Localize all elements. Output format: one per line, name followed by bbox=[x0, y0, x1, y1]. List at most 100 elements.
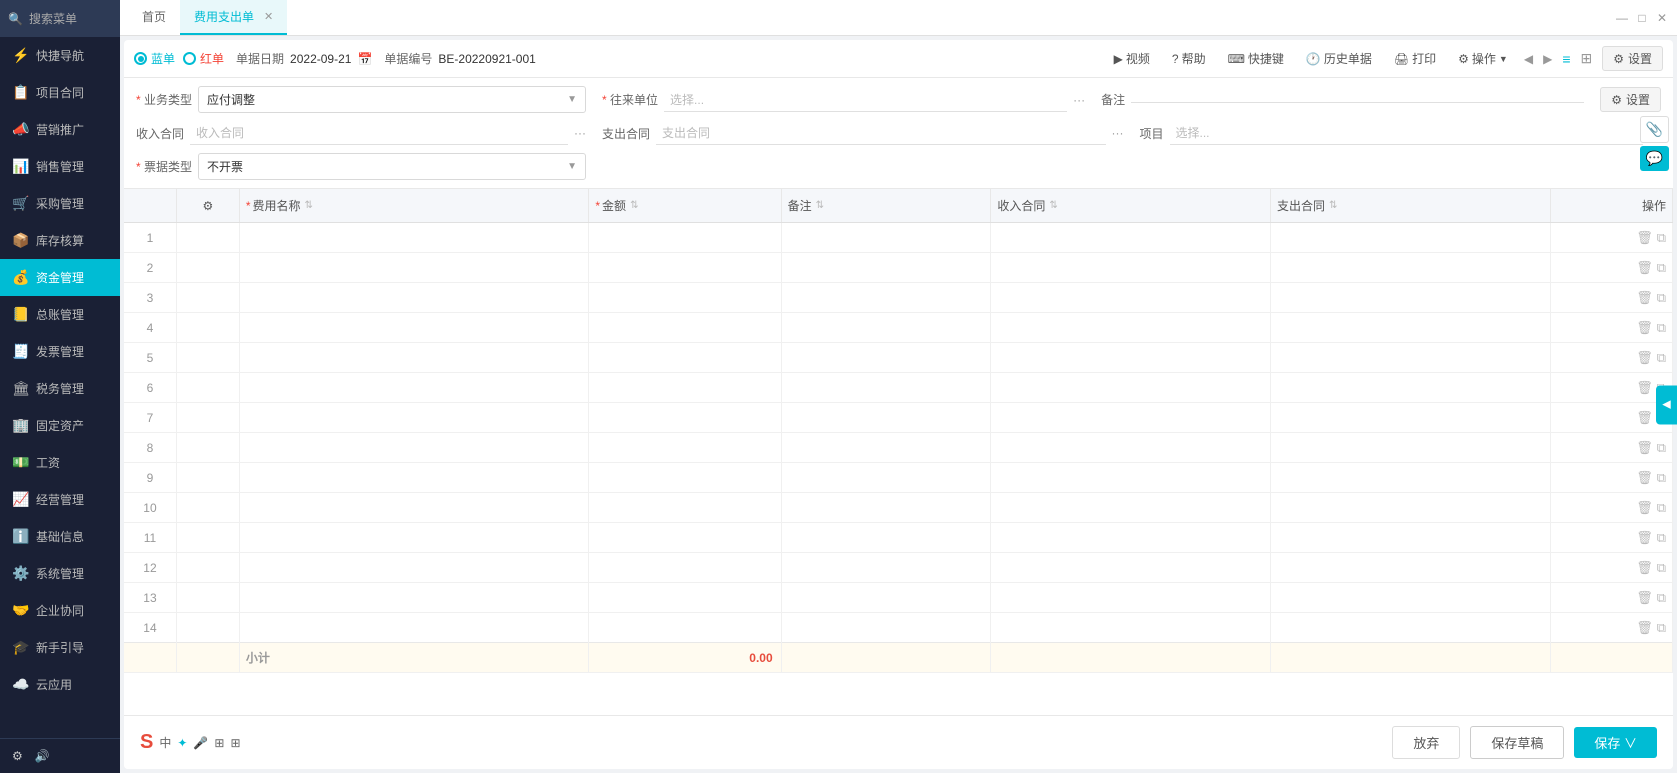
sidebar-item-cloud[interactable]: ☁️ 云应用 bbox=[0, 666, 120, 703]
business-type-input[interactable]: 应付调整 ▼ bbox=[198, 86, 586, 113]
note-input[interactable] bbox=[1131, 96, 1584, 103]
sidebar-item-fixed-assets[interactable]: 🏢 固定资产 bbox=[0, 407, 120, 444]
row-note-cell[interactable] bbox=[781, 433, 991, 463]
invoice-type-input[interactable]: 不开票 ▼ bbox=[198, 153, 586, 180]
col-name-header[interactable]: * 费用名称 ⇅ bbox=[239, 189, 589, 223]
expense-dots[interactable]: ··· bbox=[1112, 126, 1124, 140]
row-copy-btn[interactable]: ⧉ bbox=[1657, 590, 1666, 606]
row-note-cell[interactable] bbox=[781, 583, 991, 613]
discard-button[interactable]: 放弃 bbox=[1392, 726, 1460, 759]
row-income-cell[interactable] bbox=[991, 253, 1271, 283]
sidebar-search[interactable]: 🔍 搜索菜单 bbox=[0, 0, 120, 37]
row-name-cell[interactable] bbox=[239, 493, 589, 523]
row-copy-btn[interactable]: ⧉ bbox=[1657, 560, 1666, 576]
row-delete-btn[interactable]: 🗑 bbox=[1636, 290, 1653, 306]
row-copy-btn[interactable]: ⧉ bbox=[1657, 530, 1666, 546]
row-amount-cell[interactable] bbox=[589, 313, 781, 343]
sidebar-item-invoice[interactable]: 🧾 发票管理 bbox=[0, 333, 120, 370]
row-delete-btn[interactable]: 🗑 bbox=[1636, 230, 1653, 246]
config-icon[interactable]: ⚙ bbox=[202, 199, 213, 213]
row-note-cell[interactable] bbox=[781, 553, 991, 583]
number-value[interactable]: BE-20220921-001 bbox=[438, 52, 535, 66]
row-copy-btn[interactable]: ⧉ bbox=[1657, 260, 1666, 276]
row-expense-cell[interactable] bbox=[1270, 433, 1550, 463]
row-copy-btn[interactable]: ⧉ bbox=[1657, 290, 1666, 306]
side-tab-handle[interactable]: ◀ bbox=[1656, 385, 1677, 424]
settings-icon[interactable]: ⚙ bbox=[12, 749, 23, 763]
volume-icon[interactable]: 🔊 bbox=[35, 749, 50, 763]
row-note-cell[interactable] bbox=[781, 223, 991, 253]
help-btn[interactable]: ? 帮助 bbox=[1166, 48, 1212, 69]
row-copy-btn[interactable]: ⧉ bbox=[1657, 500, 1666, 516]
row-note-cell[interactable] bbox=[781, 313, 991, 343]
row-delete-btn[interactable]: 🗑 bbox=[1636, 590, 1653, 606]
row-income-cell[interactable] bbox=[991, 523, 1271, 553]
shortcut-btn[interactable]: ⌨ 快捷键 bbox=[1222, 48, 1290, 69]
row-income-cell[interactable] bbox=[991, 283, 1271, 313]
window-close-btn[interactable]: ✕ bbox=[1655, 11, 1669, 25]
tab-home[interactable]: 首页 bbox=[128, 0, 180, 35]
row-note-cell[interactable] bbox=[781, 373, 991, 403]
row-name-cell[interactable] bbox=[239, 433, 589, 463]
sidebar-item-enterprise[interactable]: 🤝 企业协同 bbox=[0, 592, 120, 629]
sidebar-item-project[interactable]: 📋 项目合同 bbox=[0, 74, 120, 111]
row-expense-cell[interactable] bbox=[1270, 283, 1550, 313]
expense-contract-input[interactable]: 支出合同 bbox=[656, 121, 1105, 145]
col-note-header[interactable]: 备注 ⇅ bbox=[781, 189, 991, 223]
sidebar-item-payroll[interactable]: 💵 工资 bbox=[0, 444, 120, 481]
row-name-cell[interactable] bbox=[239, 523, 589, 553]
counterparty-dots[interactable]: ··· bbox=[1073, 93, 1085, 107]
sidebar-item-purchase[interactable]: 🛒 采购管理 bbox=[0, 185, 120, 222]
row-expense-cell[interactable] bbox=[1270, 313, 1550, 343]
row-copy-btn[interactable]: ⧉ bbox=[1657, 350, 1666, 366]
row-note-cell[interactable] bbox=[781, 403, 991, 433]
row-income-cell[interactable] bbox=[991, 343, 1271, 373]
row-delete-btn[interactable]: 🗑 bbox=[1636, 560, 1653, 576]
sidebar-item-quick-nav[interactable]: ⚡ 快捷导航 bbox=[0, 37, 120, 74]
row-amount-cell[interactable] bbox=[589, 523, 781, 553]
row-note-cell[interactable] bbox=[781, 523, 991, 553]
row-copy-btn[interactable]: ⧉ bbox=[1657, 470, 1666, 486]
row-amount-cell[interactable] bbox=[589, 613, 781, 643]
video-btn[interactable]: ▶ 视频 bbox=[1108, 48, 1156, 69]
row-note-cell[interactable] bbox=[781, 283, 991, 313]
row-expense-cell[interactable] bbox=[1270, 253, 1550, 283]
counterparty-input[interactable]: 选择... bbox=[664, 88, 1067, 112]
row-expense-cell[interactable] bbox=[1270, 493, 1550, 523]
row-income-cell[interactable] bbox=[991, 433, 1271, 463]
sidebar-item-accounting[interactable]: 📒 总账管理 bbox=[0, 296, 120, 333]
row-expense-cell[interactable] bbox=[1270, 553, 1550, 583]
row-delete-btn[interactable]: 🗑 bbox=[1636, 260, 1653, 276]
row-income-cell[interactable] bbox=[991, 583, 1271, 613]
row-income-cell[interactable] bbox=[991, 313, 1271, 343]
sidebar-item-basic[interactable]: ℹ️ 基础信息 bbox=[0, 518, 120, 555]
row-delete-btn[interactable]: 🗑 bbox=[1636, 500, 1653, 516]
row-name-cell[interactable] bbox=[239, 313, 589, 343]
row-expense-cell[interactable] bbox=[1270, 223, 1550, 253]
row-amount-cell[interactable] bbox=[589, 493, 781, 523]
list-view-icon[interactable]: ≡ bbox=[1562, 51, 1570, 67]
row-name-cell[interactable] bbox=[239, 553, 589, 583]
save-button[interactable]: 保存 ∨ bbox=[1574, 727, 1657, 758]
nav-right-icon[interactable]: ▶ bbox=[1543, 52, 1552, 66]
row-expense-cell[interactable] bbox=[1270, 373, 1550, 403]
radio-blue[interactable]: 蓝单 bbox=[134, 50, 175, 67]
row-delete-btn[interactable]: 🗑 bbox=[1636, 410, 1653, 426]
sidebar-item-capital[interactable]: 💰 资金管理 bbox=[0, 259, 120, 296]
income-contract-input[interactable]: 收入合同 bbox=[190, 121, 568, 145]
settings-btn[interactable]: ⚙ 设置 bbox=[1602, 46, 1663, 71]
sidebar-item-sales[interactable]: 📊 销售管理 bbox=[0, 148, 120, 185]
income-dots[interactable]: ··· bbox=[574, 126, 586, 140]
row-income-cell[interactable] bbox=[991, 613, 1271, 643]
tab-expense[interactable]: 费用支出单 ✕ bbox=[180, 0, 287, 35]
row-amount-cell[interactable] bbox=[589, 583, 781, 613]
row-expense-cell[interactable] bbox=[1270, 523, 1550, 553]
comment-icon-btn[interactable]: 💬 bbox=[1640, 146, 1669, 171]
sidebar-item-newbie[interactable]: 🎓 新手引导 bbox=[0, 629, 120, 666]
sidebar-item-inventory[interactable]: 📦 库存核算 bbox=[0, 222, 120, 259]
history-btn[interactable]: 🕐 历史单据 bbox=[1300, 48, 1378, 69]
row-note-cell[interactable] bbox=[781, 253, 991, 283]
col-config[interactable]: ⚙ bbox=[176, 189, 239, 223]
tab-close-icon[interactable]: ✕ bbox=[264, 10, 273, 23]
row-copy-btn[interactable]: ⧉ bbox=[1657, 320, 1666, 336]
